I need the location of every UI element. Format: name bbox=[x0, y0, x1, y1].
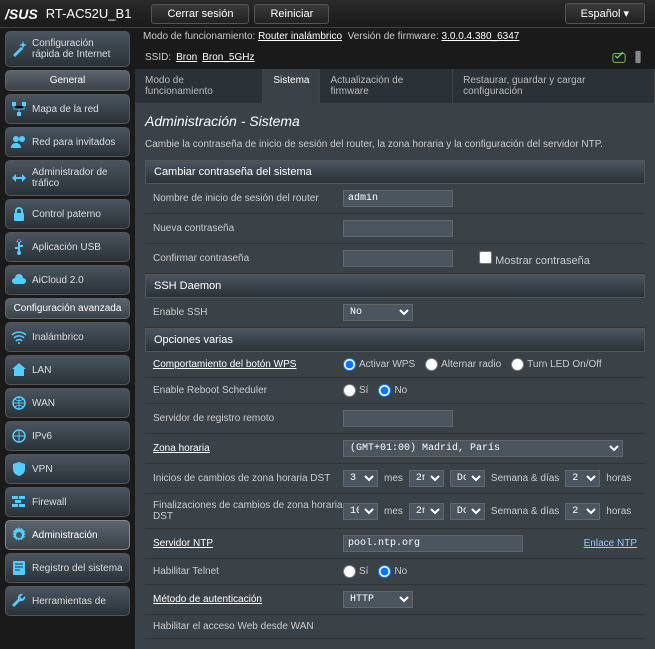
sidebar-item-wireless[interactable]: Inalámbrico bbox=[5, 322, 130, 352]
ntp-input[interactable] bbox=[343, 535, 523, 552]
dst-end-week[interactable]: 2nd bbox=[409, 503, 444, 520]
wps-label[interactable]: Comportamiento del botón WPS bbox=[153, 359, 296, 370]
log-icon bbox=[11, 560, 27, 576]
mode-label: Modo de funcionamiento: bbox=[143, 31, 255, 42]
link-icon[interactable] bbox=[612, 50, 626, 64]
wan-access-label: Habilitar el acceso Web desde WAN bbox=[153, 621, 343, 632]
sidebar-item-syslog[interactable]: Registro del sistema bbox=[5, 553, 130, 583]
sidebar-item-lan[interactable]: LAN bbox=[5, 355, 130, 385]
reboot-no-radio[interactable] bbox=[378, 384, 391, 397]
users-icon bbox=[11, 134, 27, 150]
logout-button[interactable]: Cerrar sesión bbox=[151, 4, 249, 24]
syslog-label: Servidor de registro remoto bbox=[153, 413, 343, 424]
sidebar-item-wan[interactable]: WAN bbox=[5, 388, 130, 418]
confirm-pw-label: Confirmar contraseña bbox=[153, 253, 343, 264]
login-name-label: Nombre de inicio de sesión del router bbox=[153, 193, 343, 204]
show-pw-checkbox[interactable] bbox=[479, 251, 492, 264]
advanced-header: Configuración avanzada bbox=[5, 298, 130, 319]
gear-icon bbox=[11, 527, 27, 543]
fw-label: Versión de firmware: bbox=[348, 31, 439, 42]
sidebar-item-admin[interactable]: Administración bbox=[5, 520, 130, 550]
tab-restore[interactable]: Restaurar, guardar y cargar configuració… bbox=[453, 69, 655, 103]
dst-start-hour[interactable]: 2 bbox=[565, 470, 600, 487]
magic-wand-icon bbox=[11, 41, 27, 57]
usb-status-icon[interactable] bbox=[631, 50, 645, 64]
ssid-1[interactable]: Bron bbox=[176, 52, 197, 63]
telnet-label: Habilitar Telnet bbox=[153, 566, 343, 577]
ntp-link[interactable]: Enlace NTP bbox=[584, 538, 637, 549]
dst-end-hour[interactable]: 2 bbox=[565, 503, 600, 520]
wps-toggle-radio[interactable] bbox=[425, 358, 438, 371]
telnet-no-radio[interactable] bbox=[378, 565, 391, 578]
sidebar-item-guest[interactable]: Red para invitados bbox=[5, 127, 130, 157]
sidebar-item-usb[interactable]: Aplicación USB bbox=[5, 232, 130, 262]
wrench-icon bbox=[11, 593, 27, 609]
wps-activate-radio[interactable] bbox=[343, 358, 356, 371]
new-pw-input[interactable] bbox=[343, 220, 453, 237]
language-button[interactable]: Español ▾ bbox=[565, 3, 645, 24]
login-name-input[interactable] bbox=[343, 190, 453, 207]
shield-icon bbox=[11, 461, 27, 477]
sidebar-item-parental[interactable]: Control paterno bbox=[5, 199, 130, 229]
globe-icon bbox=[11, 428, 27, 444]
dst-end-month[interactable]: 10 bbox=[343, 503, 378, 520]
sidebar-item-firewall[interactable]: Firewall bbox=[5, 487, 130, 517]
globe-icon bbox=[11, 395, 27, 411]
general-header: General bbox=[5, 70, 130, 91]
reboot-sched-label: Enable Reboot Scheduler bbox=[153, 385, 343, 396]
mode-value[interactable]: Router inalámbrico bbox=[258, 31, 342, 42]
sidebar-item-traffic[interactable]: Administrador de tráfico bbox=[5, 160, 130, 196]
traffic-icon bbox=[11, 170, 27, 186]
wps-led-radio[interactable] bbox=[511, 358, 524, 371]
sidebar-item-netmap[interactable]: Mapa de la red bbox=[5, 94, 130, 124]
section-ssh: SSH Daemon bbox=[145, 274, 645, 298]
qis-button[interactable]: Configuración rápida de Internet bbox=[5, 31, 130, 67]
cloud-icon bbox=[11, 272, 27, 288]
dst-start-week[interactable]: 2nd bbox=[409, 470, 444, 487]
tz-label[interactable]: Zona horaria bbox=[153, 443, 210, 454]
tz-select[interactable]: (GMT+01:00) Madrid, París bbox=[343, 440, 623, 457]
dst-start-month[interactable]: 3 bbox=[343, 470, 378, 487]
new-pw-label: Nueva contraseña bbox=[153, 223, 343, 234]
fw-value[interactable]: 3.0.0.4.380_6347 bbox=[442, 31, 520, 42]
sidebar-item-aicloud[interactable]: AiCloud 2.0 bbox=[5, 265, 130, 295]
reboot-button[interactable]: Reiniciar bbox=[254, 4, 329, 24]
tab-firmware[interactable]: Actualización de firmware bbox=[320, 69, 453, 103]
home-icon bbox=[11, 362, 27, 378]
enable-ssh-select[interactable]: No bbox=[343, 304, 413, 321]
brand-logo: /SUS bbox=[5, 6, 38, 22]
page-title: Administración - Sistema bbox=[145, 113, 645, 129]
sidebar-item-vpn[interactable]: VPN bbox=[5, 454, 130, 484]
usb-icon bbox=[11, 239, 27, 255]
page-desc: Cambie la contraseña de inicio de sesión… bbox=[145, 139, 645, 150]
tab-system[interactable]: Sistema bbox=[263, 69, 320, 103]
ntp-label[interactable]: Servidor NTP bbox=[153, 538, 213, 549]
ssid-2[interactable]: Bron_5GHz bbox=[202, 52, 254, 63]
lock-icon bbox=[11, 206, 27, 222]
dst-start-label: Inicios de cambios de zona horaria DST bbox=[153, 473, 343, 484]
syslog-input[interactable] bbox=[343, 410, 453, 427]
dst-end-day[interactable]: Dom bbox=[450, 503, 485, 520]
sidebar-item-ipv6[interactable]: IPv6 bbox=[5, 421, 130, 451]
tab-opmode[interactable]: Modo de funcionamiento bbox=[135, 69, 263, 103]
section-password: Cambiar contraseña del sistema bbox=[145, 160, 645, 184]
enable-ssh-label: Enable SSH bbox=[153, 307, 343, 318]
confirm-pw-input[interactable] bbox=[343, 250, 453, 267]
telnet-yes-radio[interactable] bbox=[343, 565, 356, 578]
section-misc: Opciones varias bbox=[145, 328, 645, 352]
reboot-yes-radio[interactable] bbox=[343, 384, 356, 397]
brick-icon bbox=[11, 494, 27, 510]
wifi-icon bbox=[11, 329, 27, 345]
dst-start-day[interactable]: Dom bbox=[450, 470, 485, 487]
ssid-label: SSID: bbox=[145, 52, 171, 63]
sidebar-item-tools[interactable]: Herramientas de bbox=[5, 586, 130, 616]
network-icon bbox=[11, 101, 27, 117]
dst-end-label: Finalizaciones de cambios de zona horari… bbox=[153, 500, 343, 522]
model-name: RT-AC52U_B1 bbox=[46, 6, 132, 21]
